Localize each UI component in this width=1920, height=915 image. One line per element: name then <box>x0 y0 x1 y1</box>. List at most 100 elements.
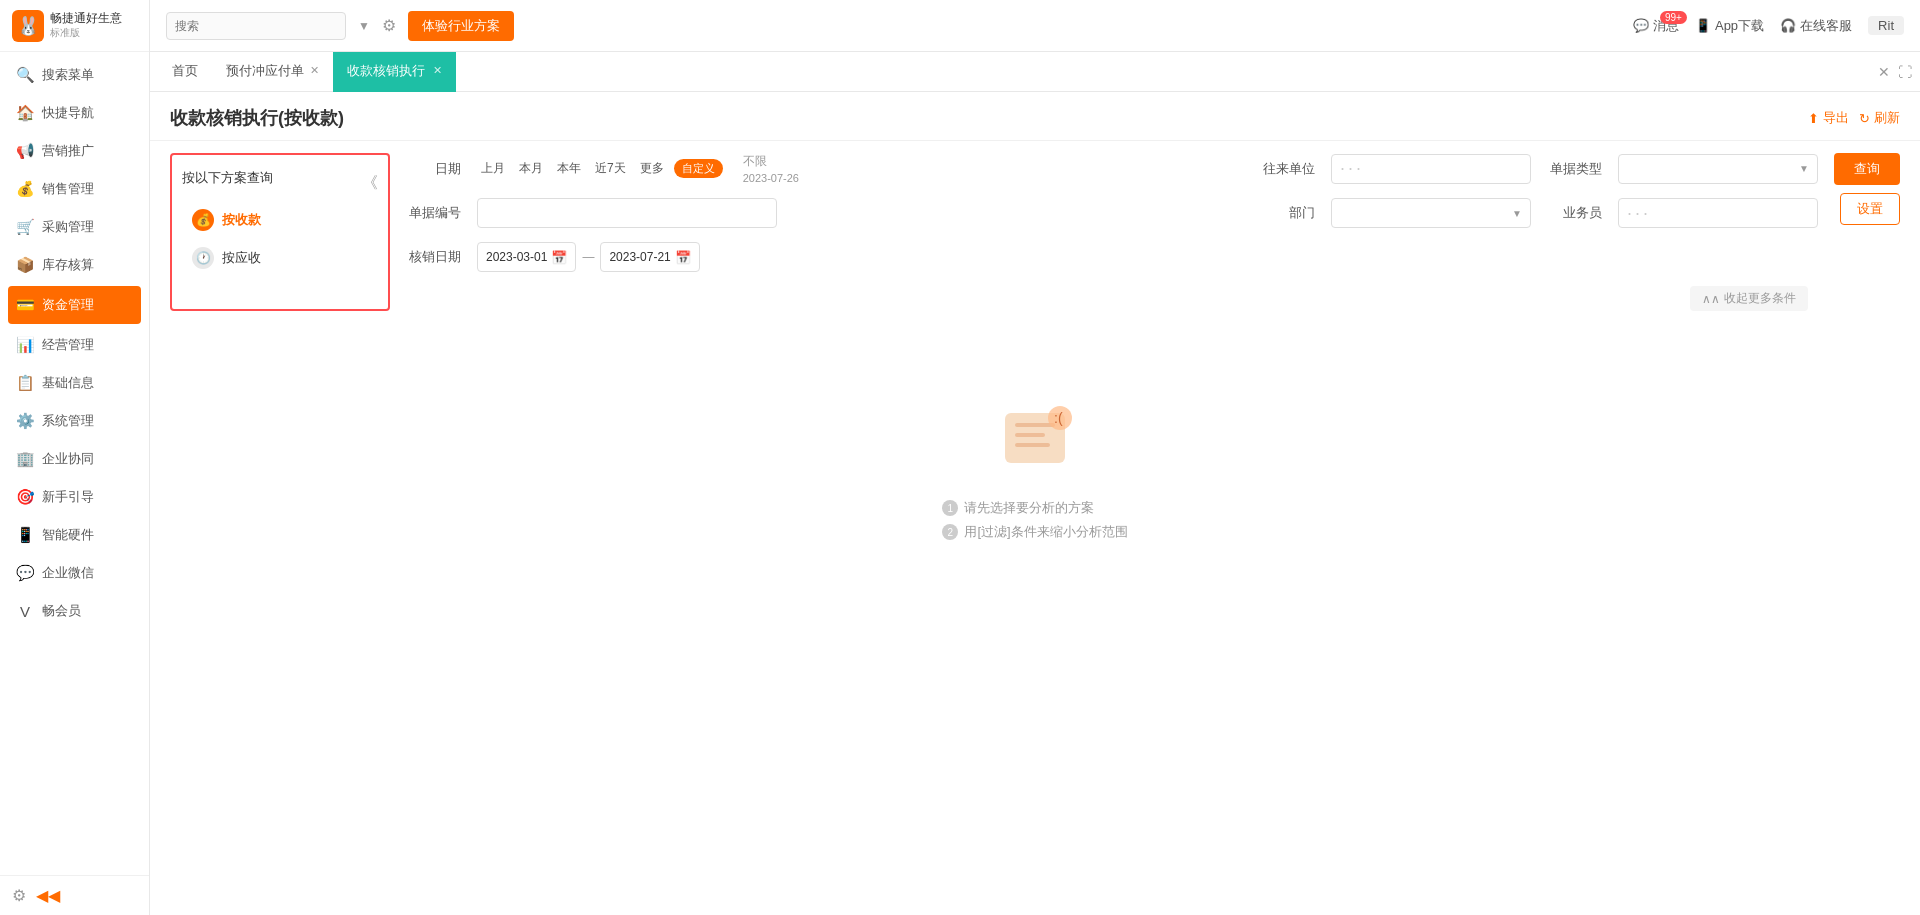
sales-icon: 💰 <box>16 180 34 198</box>
tab-expand-icon[interactable]: ⛶ <box>1898 64 1912 80</box>
page-title-bar: 收款核销执行(按收款) ⬆ 导出 ↻ 刷新 <box>150 92 1920 141</box>
sidebar-item-finance[interactable]: 💳 资金管理 <box>8 286 141 324</box>
collapse-sidebar-btn[interactable]: ◀◀ <box>36 886 60 905</box>
export-button[interactable]: ⬆ 导出 <box>1808 109 1849 127</box>
sidebar-item-purchase[interactable]: 🛒 采购管理 <box>0 208 149 246</box>
tab-home[interactable]: 首页 <box>158 52 212 92</box>
writeoff-date-range: 2023-03-01 📅 — 2023-07-21 📅 <box>477 242 700 272</box>
sidebar-item-enterprise[interactable]: 🏢 企业协同 <box>0 440 149 478</box>
date-this-year[interactable]: 本年 <box>553 158 585 179</box>
logo-icon: 🐰 <box>12 10 44 42</box>
date-custom-badge[interactable]: 自定义 <box>674 159 723 178</box>
employee-filter-dots[interactable]: ··· <box>1618 198 1818 228</box>
by-receivable-icon: 🕐 <box>192 247 214 269</box>
tab-bar: 首页 预付冲应付单 ✕ 收款核销执行 ✕ ✕ ⛶ <box>150 52 1920 92</box>
writeoff-to-picker[interactable]: 2023-07-21 📅 <box>600 242 699 272</box>
svg-rect-1 <box>1015 423 1055 427</box>
header-left: ▼ ⚙ 体验行业方案 <box>166 11 514 41</box>
sidebar-item-inventory[interactable]: 📦 库存核算 <box>0 246 149 284</box>
chevron-up-icon: ∧∧ <box>1702 292 1720 306</box>
sidebar-item-operation[interactable]: 📊 经营管理 <box>0 326 149 364</box>
date-last-7days[interactable]: 近7天 <box>591 158 630 179</box>
date-this-month[interactable]: 本月 <box>515 158 547 179</box>
sidebar-item-sales[interactable]: 💰 销售管理 <box>0 170 149 208</box>
sidebar-logo: 🐰 畅捷通好生意 标准版 <box>0 0 149 52</box>
filter-row-3: 核销日期 2023-03-01 📅 — 2023-07-21 📅 <box>406 242 1818 272</box>
svg-text::(: :( <box>1054 410 1063 426</box>
customer-filter-dots[interactable]: ··· <box>1331 154 1531 184</box>
guide-icon: 🎯 <box>16 488 34 506</box>
sidebar-item-marketing[interactable]: 📢 营销推广 <box>0 132 149 170</box>
enterprise-icon: 🏢 <box>16 450 34 468</box>
query-button[interactable]: 查询 <box>1834 153 1900 185</box>
member-icon: V <box>16 603 34 620</box>
date-last-month[interactable]: 上月 <box>477 158 509 179</box>
finance-icon: 💳 <box>16 296 34 314</box>
sidebar-item-hardware[interactable]: 📱 智能硬件 <box>0 516 149 554</box>
app-download-button[interactable]: 📱 App下载 <box>1695 17 1764 35</box>
sidebar-nav: 🔍 搜索菜单 🏠 快捷导航 📢 营销推广 💰 销售管理 🛒 采购管理 📦 库存核… <box>0 52 149 875</box>
message-button[interactable]: 💬 消息 99+ <box>1633 17 1679 35</box>
order-type-arrow-icon: ▼ <box>1799 163 1809 174</box>
writeoff-from-calendar-icon: 📅 <box>551 250 567 265</box>
settings-button[interactable]: 设置 <box>1840 193 1900 225</box>
filter-panel-title: 按以下方案查询 <box>182 165 273 191</box>
empty-illustration: :( <box>985 383 1085 483</box>
header-search-input[interactable] <box>166 12 346 40</box>
header-right: 💬 消息 99+ 📱 App下载 🎧 在线客服 Rit <box>1633 16 1904 35</box>
order-type-select[interactable]: ▼ <box>1618 154 1818 184</box>
message-icon: 💬 <box>1633 18 1649 33</box>
sidebar-item-search[interactable]: 🔍 搜索菜单 <box>0 56 149 94</box>
refresh-icon: ↻ <box>1859 111 1870 126</box>
sidebar-item-basic-info[interactable]: 📋 基础信息 <box>0 364 149 402</box>
order-num-input[interactable] <box>477 198 777 228</box>
date-more[interactable]: 更多 <box>636 158 668 179</box>
dept-select[interactable]: ▼ <box>1331 198 1531 228</box>
filter-panel-right: 日期 上月 本月 本年 近7天 更多 自定义 不限 2023-07-26 <box>406 153 1818 311</box>
tab-receipt-writeoff-close-icon[interactable]: ✕ <box>433 64 442 77</box>
dept-arrow-icon: ▼ <box>1512 208 1522 219</box>
writeoff-to-value: 2023-07-21 <box>609 250 670 264</box>
settings-gear-icon[interactable]: ⚙ <box>382 16 396 35</box>
tab-receipt-writeoff[interactable]: 收款核销执行 ✕ <box>333 52 456 92</box>
sidebar-item-member[interactable]: V 畅会员 <box>0 592 149 630</box>
online-service-button[interactable]: 🎧 在线客服 <box>1780 17 1852 35</box>
filter-option-by-receivable[interactable]: 🕐 按应收 <box>182 239 378 277</box>
page-actions: ⬆ 导出 ↻ 刷新 <box>1808 109 1900 127</box>
purchase-icon: 🛒 <box>16 218 34 236</box>
tab-prepay-close-icon[interactable]: ✕ <box>310 64 319 77</box>
filter-area: 按以下方案查询 《 💰 按收款 🕐 按应收 <box>150 141 1920 323</box>
logo-text: 畅捷通好生意 标准版 <box>50 11 122 41</box>
operation-icon: 📊 <box>16 336 34 354</box>
filter-action-buttons: 查询 设置 <box>1834 153 1900 311</box>
tab-prepay[interactable]: 预付冲应付单 ✕ <box>212 52 333 92</box>
solution-button[interactable]: 体验行业方案 <box>408 11 514 41</box>
message-badge: 99+ <box>1660 11 1687 24</box>
filter-option-by-receipt[interactable]: 💰 按收款 <box>182 201 378 239</box>
user-profile[interactable]: Rit <box>1868 16 1904 35</box>
main-area: ▼ ⚙ 体验行业方案 💬 消息 99+ 📱 App下载 🎧 在线客服 Rit 首… <box>150 0 1920 915</box>
search-icon: 🔍 <box>16 66 34 84</box>
dept-label: 部门 <box>1260 204 1315 222</box>
collapse-more-button[interactable]: ∧∧ 收起更多条件 <box>1690 286 1808 311</box>
settings-icon[interactable]: ⚙ <box>12 886 26 905</box>
order-type-label: 单据类型 <box>1547 160 1602 178</box>
tab-close-all-icon[interactable]: ✕ <box>1878 64 1890 80</box>
sidebar-item-system[interactable]: ⚙️ 系统管理 <box>0 402 149 440</box>
empty-state: :( 1 请先选择要分析的方案 2 用[过滤]条件来缩小分析范围 <box>150 323 1920 587</box>
page-title: 收款核销执行(按收款) <box>170 106 344 130</box>
refresh-button[interactable]: ↻ 刷新 <box>1859 109 1900 127</box>
sidebar-item-wechat[interactable]: 💬 企业微信 <box>0 554 149 592</box>
dropdown-arrow-icon[interactable]: ▼ <box>358 19 370 33</box>
top-header: ▼ ⚙ 体验行业方案 💬 消息 99+ 📱 App下载 🎧 在线客服 Rit <box>150 0 1920 52</box>
page-content: 收款核销执行(按收款) ⬆ 导出 ↻ 刷新 按以下方案 <box>150 92 1920 915</box>
sidebar-bottom: ⚙ ◀◀ <box>0 875 149 915</box>
collapse-filter-left-icon[interactable]: 《 <box>362 173 378 194</box>
writeoff-from-picker[interactable]: 2023-03-01 📅 <box>477 242 576 272</box>
writeoff-from-value: 2023-03-01 <box>486 250 547 264</box>
sidebar-item-guide[interactable]: 🎯 新手引导 <box>0 478 149 516</box>
sidebar-item-quick-nav[interactable]: 🏠 快捷导航 <box>0 94 149 132</box>
writeoff-to-calendar-icon: 📅 <box>675 250 691 265</box>
hardware-icon: 📱 <box>16 526 34 544</box>
writeoff-date-label: 核销日期 <box>406 248 461 266</box>
